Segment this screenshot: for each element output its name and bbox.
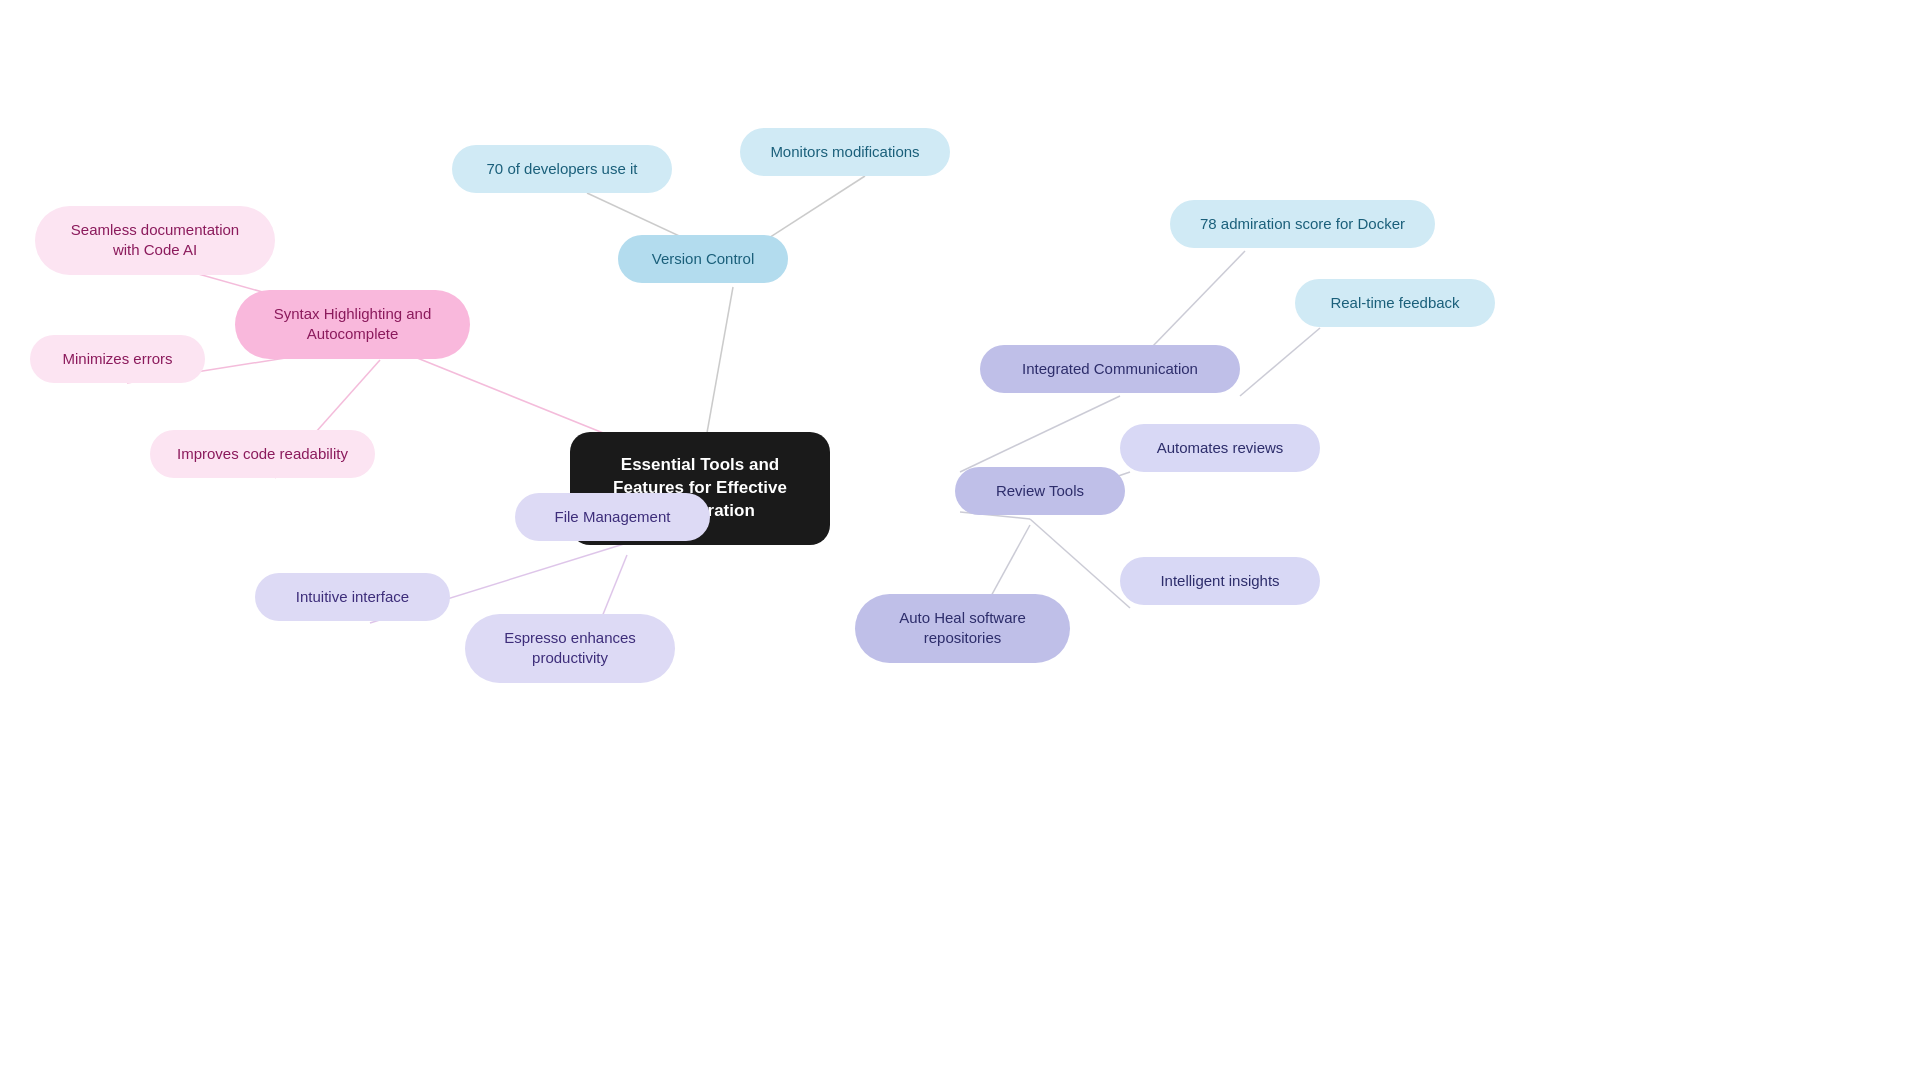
file-management-node[interactable]: File Management [515,493,710,541]
developers-use-node[interactable]: 70 of developers use it [452,145,672,193]
syntax-highlighting-node[interactable]: Syntax Highlighting and Autocomplete [235,290,470,359]
realtime-feedback-node[interactable]: Real-time feedback [1295,279,1495,327]
version-control-node[interactable]: Version Control [618,235,788,283]
automates-reviews-node[interactable]: Automates reviews [1120,424,1320,472]
auto-heal-node[interactable]: Auto Heal software repositories [855,594,1070,663]
improves-readability-node[interactable]: Improves code readability [150,430,375,478]
minimizes-errors-node[interactable]: Minimizes errors [30,335,205,383]
espresso-node[interactable]: Espresso enhances productivity [465,614,675,683]
monitors-modifications-node[interactable]: Monitors modifications [740,128,950,176]
review-tools-node[interactable]: Review Tools [955,467,1125,515]
svg-line-7 [960,396,1120,472]
svg-line-9 [1240,328,1320,396]
intelligent-insights-node[interactable]: Intelligent insights [1120,557,1320,605]
seamless-doc-node[interactable]: Seamless documentation with Code AI [35,206,275,275]
docker-score-node[interactable]: 78 admiration score for Docker [1170,200,1435,248]
integrated-communication-node[interactable]: Integrated Communication [980,345,1240,393]
intuitive-interface-node[interactable]: Intuitive interface [255,573,450,621]
